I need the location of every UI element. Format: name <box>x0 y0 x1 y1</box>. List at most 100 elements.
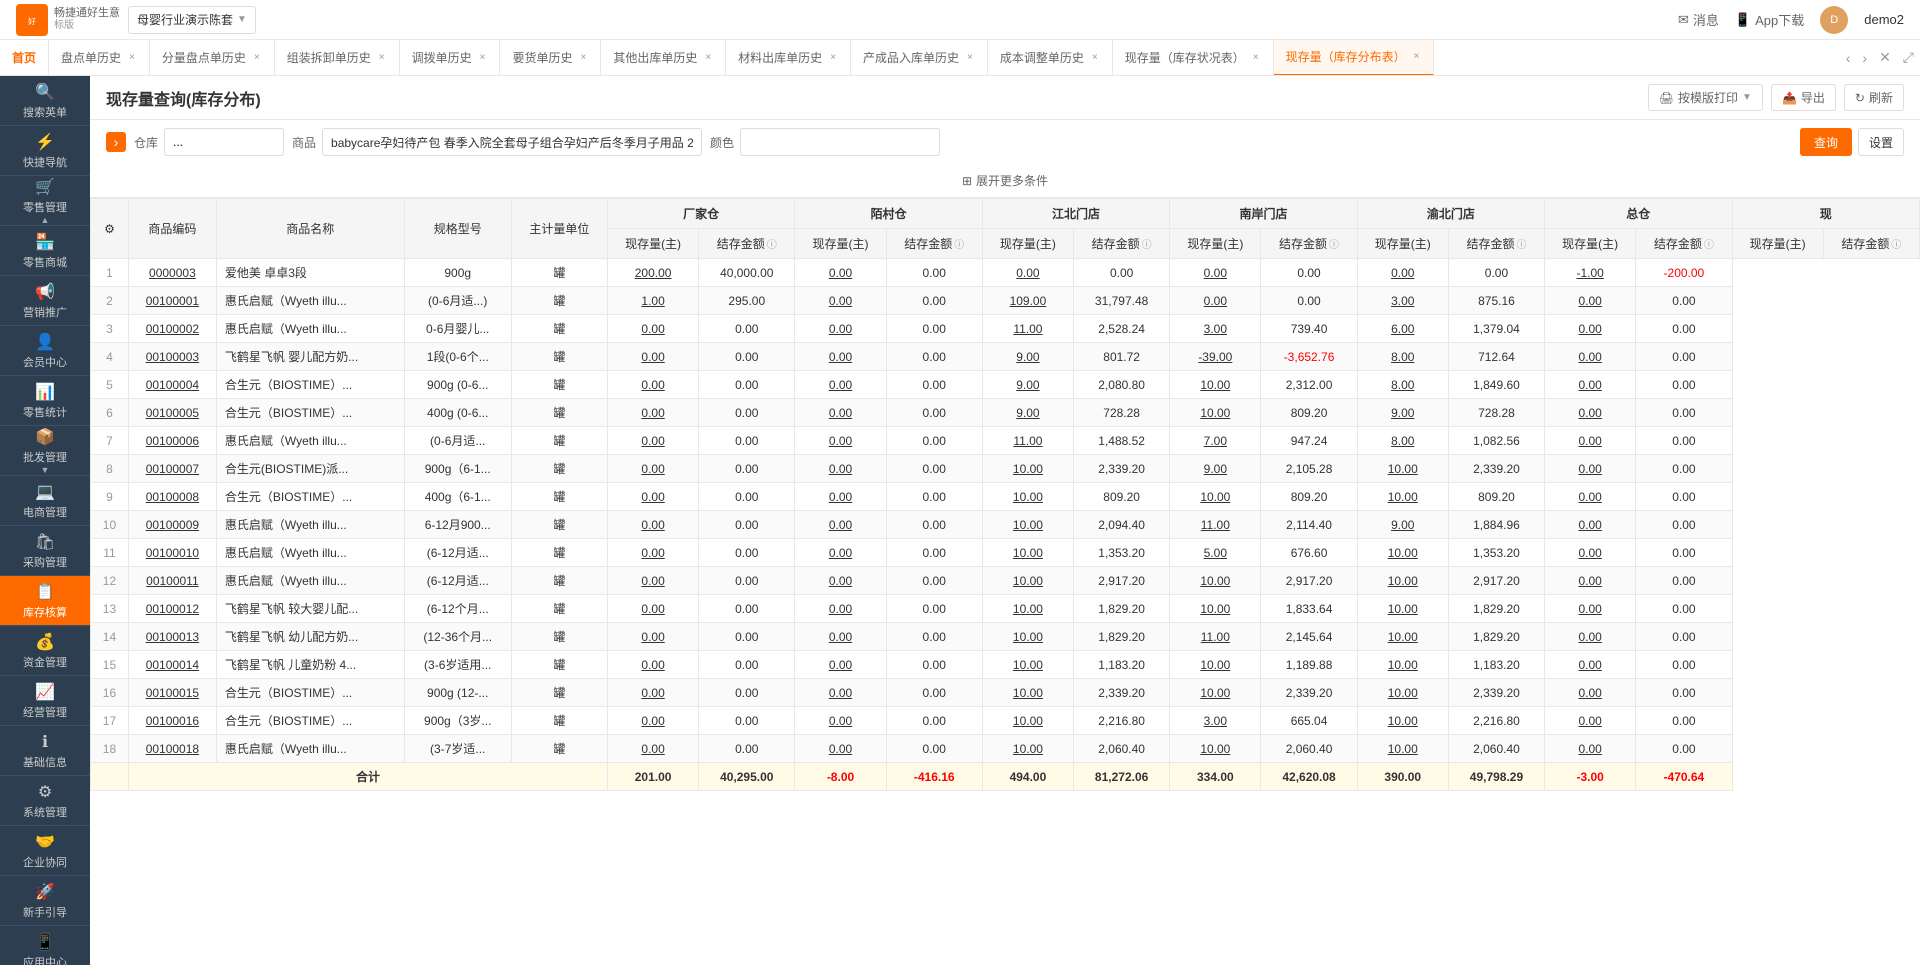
warehouse-qty-2[interactable]: 10.00 <box>982 651 1073 679</box>
product-code[interactable]: 00100002 <box>128 315 216 343</box>
tab-inventory-count[interactable]: 盘点单历史 × <box>49 40 150 76</box>
warehouse-qty-1[interactable]: 0.00 <box>795 483 886 511</box>
product-input[interactable] <box>322 128 702 156</box>
warehouse-qty-0[interactable]: 0.00 <box>607 595 698 623</box>
product-code[interactable]: 00100016 <box>128 707 216 735</box>
tab-home[interactable]: 首页 <box>0 40 49 76</box>
warehouse-qty-0[interactable]: 0.00 <box>607 623 698 651</box>
color-input[interactable] <box>740 128 940 156</box>
warehouse-qty-1[interactable]: 0.00 <box>795 511 886 539</box>
warehouse-qty-2[interactable]: 11.00 <box>982 427 1073 455</box>
warehouse-qty-0[interactable]: 1.00 <box>607 287 698 315</box>
warehouse-qty-4[interactable]: 10.00 <box>1357 483 1448 511</box>
sidebar-item-finance[interactable]: 💰 资金管理 <box>0 626 90 676</box>
warehouse-qty-3[interactable]: 10.00 <box>1170 483 1261 511</box>
tab-combo[interactable]: 组装拆卸单历史 × <box>275 40 400 76</box>
warehouse-qty-2[interactable]: 9.00 <box>982 399 1073 427</box>
warehouse-qty-5[interactable]: 0.00 <box>1545 343 1636 371</box>
warehouse-qty-4[interactable]: 6.00 <box>1357 315 1448 343</box>
warehouse-qty-4[interactable]: 9.00 <box>1357 511 1448 539</box>
warehouse-qty-2[interactable]: 10.00 <box>982 511 1073 539</box>
warehouse-qty-3[interactable]: -39.00 <box>1170 343 1261 371</box>
warehouse-qty-3[interactable]: 10.00 <box>1170 651 1261 679</box>
sidebar-item-app-center[interactable]: 📱 应用中心 <box>0 926 90 965</box>
warehouse-qty-3[interactable]: 0.00 <box>1170 259 1261 287</box>
warehouse-qty-5[interactable]: 0.00 <box>1545 371 1636 399</box>
sidebar-item-wholesale[interactable]: 📦 批发管理 ▼ <box>0 426 90 476</box>
tab-cost-adjust[interactable]: 成本调整单历史 × <box>988 40 1113 76</box>
sidebar-item-search[interactable]: 🔍 搜索英单 <box>0 76 90 126</box>
user-avatar[interactable]: D <box>1820 6 1848 34</box>
warehouse-qty-3[interactable]: 3.00 <box>1170 315 1261 343</box>
warehouse-qty-5[interactable]: 0.00 <box>1545 483 1636 511</box>
refresh-btn[interactable]: ↻ 刷新 <box>1844 84 1904 111</box>
sidebar-item-basic-info[interactable]: ℹ 基础信息 <box>0 726 90 776</box>
warehouse-qty-5[interactable]: 0.00 <box>1545 567 1636 595</box>
close-icon[interactable]: × <box>252 50 262 65</box>
warehouse-qty-4[interactable]: 10.00 <box>1357 735 1448 763</box>
warehouse-qty-2[interactable]: 10.00 <box>982 623 1073 651</box>
warehouse-qty-5[interactable]: 0.00 <box>1545 595 1636 623</box>
warehouse-qty-4[interactable]: 10.00 <box>1357 539 1448 567</box>
tab-material-outbound[interactable]: 材料出库单历史 × <box>726 40 851 76</box>
filter-toggle-btn[interactable]: › <box>106 132 126 152</box>
export-btn[interactable]: 📤 导出 <box>1771 84 1836 111</box>
product-code[interactable]: 00100012 <box>128 595 216 623</box>
warehouse-qty-0[interactable]: 0.00 <box>607 511 698 539</box>
app-download-btn[interactable]: 📱 App下载 <box>1735 10 1804 29</box>
warehouse-qty-5[interactable]: 0.00 <box>1545 735 1636 763</box>
warehouse-qty-0[interactable]: 0.00 <box>607 371 698 399</box>
sidebar-item-retail-mall[interactable]: 🏪 零售商城 <box>0 226 90 276</box>
warehouse-qty-5[interactable]: 0.00 <box>1545 287 1636 315</box>
warehouse-qty-1[interactable]: 0.00 <box>795 623 886 651</box>
warehouse-qty-1[interactable]: 0.00 <box>795 595 886 623</box>
product-code[interactable]: 00100009 <box>128 511 216 539</box>
close-icon[interactable]: × <box>1412 49 1422 64</box>
product-code[interactable]: 0000003 <box>128 259 216 287</box>
sidebar-item-marketing[interactable]: 📢 营销推广 <box>0 276 90 326</box>
search-btn[interactable]: 查询 <box>1800 128 1852 156</box>
warehouse-qty-1[interactable]: 0.00 <box>795 399 886 427</box>
warehouse-qty-2[interactable]: 10.00 <box>982 455 1073 483</box>
tab-product-inbound[interactable]: 产成品入库单历史 × <box>851 40 988 76</box>
print-btn[interactable]: 🖨 按模版打印 ▼ <box>1648 84 1763 111</box>
sidebar-item-enterprise[interactable]: 🤝 企业协同 <box>0 826 90 876</box>
product-code[interactable]: 00100018 <box>128 735 216 763</box>
product-code[interactable]: 00100005 <box>128 399 216 427</box>
warehouse-qty-2[interactable]: 10.00 <box>982 567 1073 595</box>
warehouse-qty-3[interactable]: 10.00 <box>1170 567 1261 595</box>
warehouse-input[interactable] <box>164 128 284 156</box>
sidebar-item-inventory[interactable]: 📋 库存核算 <box>0 576 90 626</box>
tab-requisition[interactable]: 要货单历史 × <box>500 40 601 76</box>
product-code[interactable]: 00100013 <box>128 623 216 651</box>
sidebar-item-retail-stats[interactable]: 📊 零售统计 <box>0 376 90 426</box>
warehouse-qty-4[interactable]: 0.00 <box>1357 259 1448 287</box>
close-icon[interactable]: × <box>828 50 838 65</box>
warehouse-qty-2[interactable]: 9.00 <box>982 343 1073 371</box>
warehouse-qty-0[interactable]: 0.00 <box>607 567 698 595</box>
warehouse-qty-4[interactable]: 10.00 <box>1357 623 1448 651</box>
settings-btn[interactable]: 设置 <box>1858 128 1904 156</box>
close-icon[interactable]: × <box>478 50 488 65</box>
warehouse-qty-1[interactable]: 0.00 <box>795 315 886 343</box>
warehouse-qty-0[interactable]: 0.00 <box>607 679 698 707</box>
warehouse-qty-2[interactable]: 10.00 <box>982 595 1073 623</box>
warehouse-qty-1[interactable]: 0.00 <box>795 735 886 763</box>
warehouse-qty-5[interactable]: 0.00 <box>1545 623 1636 651</box>
warehouse-qty-2[interactable]: 10.00 <box>982 707 1073 735</box>
warehouse-qty-1[interactable]: 0.00 <box>795 455 886 483</box>
warehouse-qty-3[interactable]: 7.00 <box>1170 427 1261 455</box>
product-code[interactable]: 00100008 <box>128 483 216 511</box>
expand-conditions-btn[interactable]: ⊞ 展开更多条件 <box>962 172 1048 189</box>
warehouse-qty-2[interactable]: 10.00 <box>982 735 1073 763</box>
sidebar-item-purchase[interactable]: 🛍 采购管理 <box>0 526 90 576</box>
tab-stock-dist[interactable]: 现存量（库存分布表） × <box>1274 40 1435 76</box>
warehouse-qty-4[interactable]: 8.00 <box>1357 343 1448 371</box>
warehouse-qty-2[interactable]: 11.00 <box>982 315 1073 343</box>
warehouse-qty-4[interactable]: 8.00 <box>1357 371 1448 399</box>
warehouse-qty-3[interactable]: 3.00 <box>1170 707 1261 735</box>
warehouse-qty-4[interactable]: 10.00 <box>1357 567 1448 595</box>
warehouse-qty-1[interactable]: 0.00 <box>795 651 886 679</box>
close-icon[interactable]: × <box>127 50 137 65</box>
warehouse-qty-5[interactable]: 0.00 <box>1545 427 1636 455</box>
